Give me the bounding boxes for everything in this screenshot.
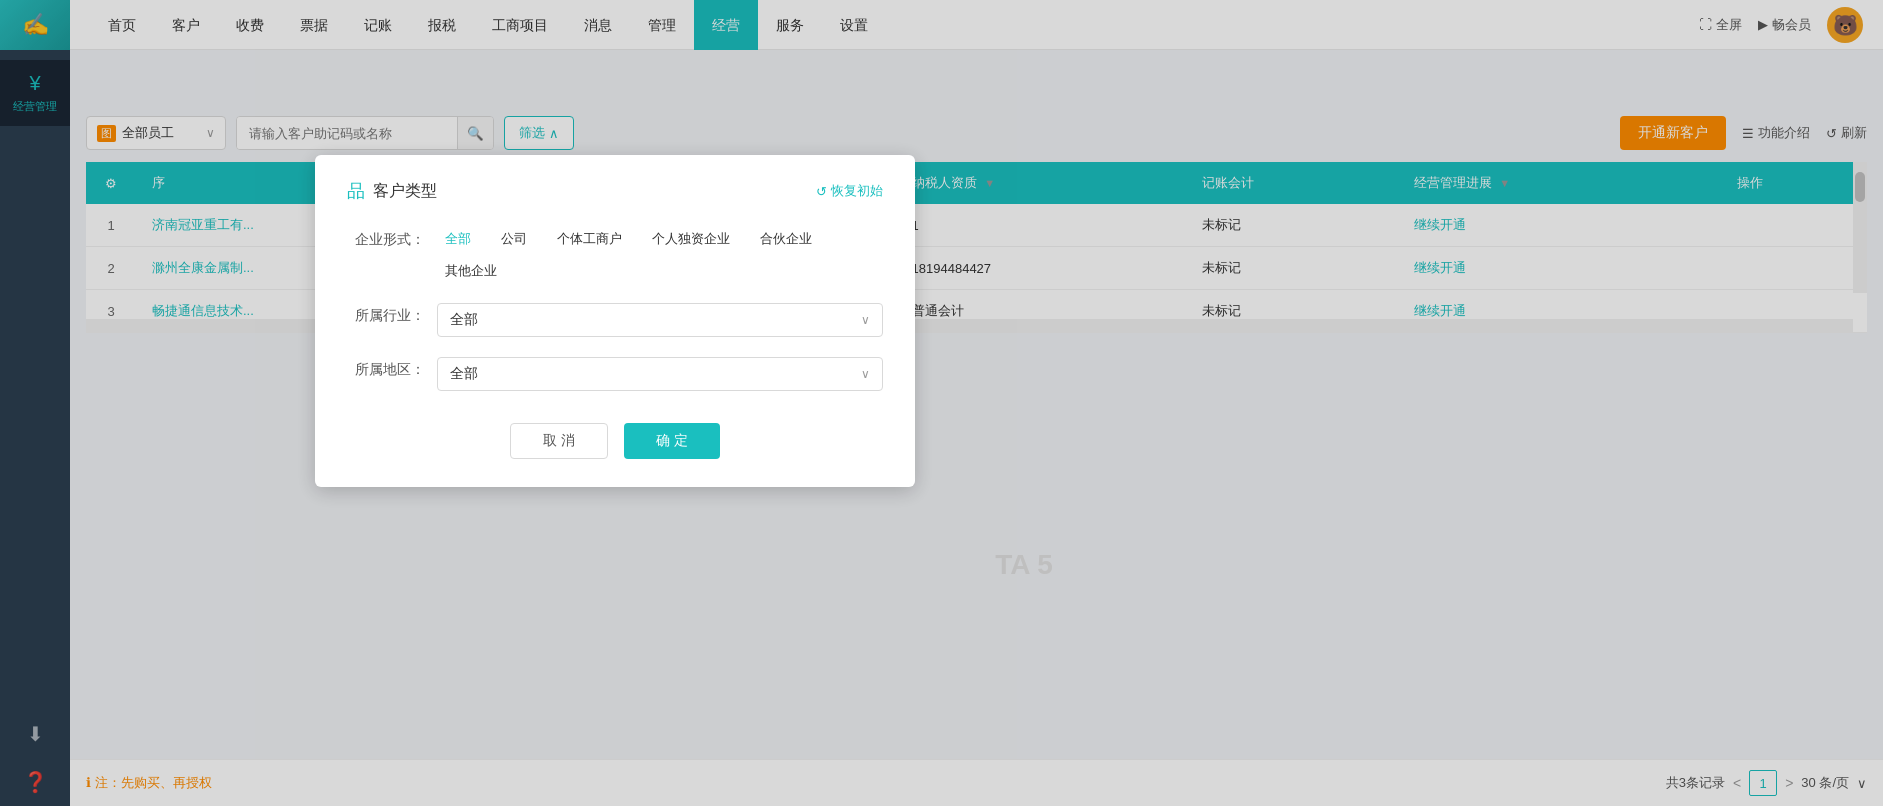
- modal-footer: 取 消 确 定: [347, 423, 883, 459]
- region-row: 所属地区： 全部 ∨: [347, 357, 883, 391]
- region-arrow-icon: ∨: [861, 367, 870, 381]
- region-value: 全部: [450, 365, 478, 383]
- chip-partnership[interactable]: 合伙企业: [752, 227, 820, 251]
- industry-select[interactable]: 全部 ∨: [437, 303, 883, 337]
- chip-sole[interactable]: 个人独资企业: [644, 227, 738, 251]
- industry-select-wrapper: 全部 ∨: [437, 303, 883, 337]
- region-label: 所属地区：: [347, 357, 437, 379]
- reset-icon: ↺: [816, 184, 827, 199]
- chip-individual[interactable]: 个体工商户: [549, 227, 630, 251]
- enterprise-form-options: 全部 公司 个体工商户 个人独资企业 合伙企业 其他企业: [437, 227, 883, 283]
- chip-company[interactable]: 公司: [493, 227, 535, 251]
- modal-title: 品 客户类型: [347, 179, 437, 203]
- industry-value: 全部: [450, 311, 478, 329]
- cancel-button[interactable]: 取 消: [510, 423, 608, 459]
- region-select-wrapper: 全部 ∨: [437, 357, 883, 391]
- customer-type-modal: 品 客户类型 ↺ 恢复初始 企业形式： 全部 公司 个体工商户 个人独资企业 合…: [315, 155, 915, 487]
- modal-title-icon: 品: [347, 179, 365, 203]
- confirm-button[interactable]: 确 定: [624, 423, 720, 459]
- modal-header: 品 客户类型 ↺ 恢复初始: [347, 179, 883, 203]
- industry-arrow-icon: ∨: [861, 313, 870, 327]
- modal-overlay: 品 客户类型 ↺ 恢复初始 企业形式： 全部 公司 个体工商户 个人独资企业 合…: [0, 0, 1883, 806]
- modal-reset-button[interactable]: ↺ 恢复初始: [816, 182, 883, 200]
- reset-label: 恢复初始: [831, 182, 883, 200]
- region-select[interactable]: 全部 ∨: [437, 357, 883, 391]
- chip-other[interactable]: 其他企业: [437, 259, 505, 283]
- enterprise-chips: 全部 公司 个体工商户 个人独资企业 合伙企业 其他企业: [437, 227, 883, 283]
- modal-title-text: 客户类型: [373, 181, 437, 202]
- industry-row: 所属行业： 全部 ∨: [347, 303, 883, 337]
- enterprise-form-row: 企业形式： 全部 公司 个体工商户 个人独资企业 合伙企业 其他企业: [347, 227, 883, 283]
- enterprise-form-label: 企业形式：: [347, 227, 437, 249]
- industry-label: 所属行业：: [347, 303, 437, 325]
- chip-all[interactable]: 全部: [437, 227, 479, 251]
